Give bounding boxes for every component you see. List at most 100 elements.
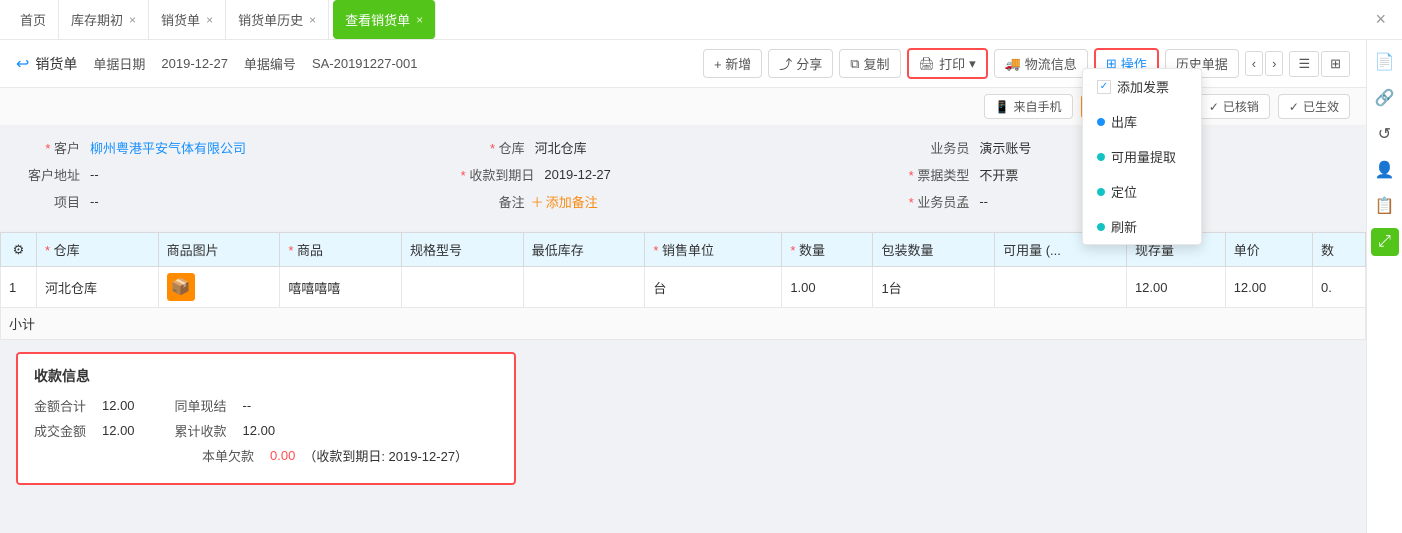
- dot-blue-icon: [1097, 118, 1105, 126]
- doc-meta: 单据日期 2019-12-27 单据编号 SA-20191227-001: [93, 54, 417, 73]
- cell-warehouse: 河北仓库: [37, 267, 159, 308]
- tab-sales[interactable]: 销货单 ×: [149, 0, 226, 39]
- confirmed-button[interactable]: ✓ 已核销: [1198, 94, 1270, 119]
- print-icon: 🖨: [919, 56, 936, 72]
- doc-number-value: SA-20191227-001: [312, 56, 418, 71]
- effective-icon: ✓: [1289, 100, 1299, 114]
- cell-sales-unit: 台: [645, 267, 782, 308]
- logistics-icon: 🚚: [1005, 56, 1021, 72]
- col-warehouse: * 仓库: [37, 233, 159, 267]
- logistics-button[interactable]: 🚚 物流信息: [994, 49, 1088, 78]
- nav-arrows: ‹ ›: [1245, 51, 1284, 76]
- doc-number-label: 单据编号: [244, 54, 296, 73]
- balance-date: 2019-12-27: [389, 449, 456, 464]
- sidebar-expand-icon[interactable]: ⤢: [1371, 228, 1399, 256]
- dropdown-outbound[interactable]: 出库: [1083, 104, 1201, 139]
- cell-product: 嘻嘻嘻嘻: [280, 267, 402, 308]
- dropdown-refresh[interactable]: 刷新: [1083, 209, 1201, 244]
- product-image: 📦: [167, 273, 195, 301]
- cell-available: [995, 267, 1127, 308]
- sidebar-note-icon[interactable]: 📋: [1371, 192, 1399, 220]
- dot-teal-icon-3: [1097, 223, 1105, 231]
- tab-home[interactable]: 首页: [8, 0, 59, 39]
- transaction-amount-value: 12.00: [102, 423, 135, 438]
- document-wrapper: ↩ 销货单 单据日期 2019-12-27 单据编号 SA-20191227-0…: [0, 40, 1366, 485]
- ticket-type-value: 不开票: [975, 165, 1022, 184]
- effective-button[interactable]: ✓ 已生效: [1278, 94, 1350, 119]
- payment-row-2: 成交金额 12.00 累计收款 12.00: [34, 421, 498, 440]
- tab-inventory[interactable]: 库存期初 ×: [59, 0, 149, 39]
- tab-inventory-close[interactable]: ×: [129, 13, 136, 27]
- tab-sales-history[interactable]: 销货单历史 ×: [226, 0, 329, 39]
- doc-actions: + 新增 ⤴ 分享 ⧉ 复制 🖨 打印 ▾ 🚚 物流信息: [703, 48, 1350, 79]
- cell-quantity: 1.00: [782, 267, 873, 308]
- col-unit-price: 单价: [1225, 233, 1312, 267]
- cell-pack-qty: 1台: [873, 267, 995, 308]
- share-icon: ⤴: [779, 54, 792, 73]
- warehouse-field: 仓库 河北仓库: [461, 138, 906, 157]
- sidebar-refresh-icon[interactable]: ↺: [1371, 120, 1399, 148]
- note-label: 备注: [461, 192, 531, 211]
- copy-button[interactable]: ⧉ 复制: [839, 49, 900, 78]
- add-button[interactable]: + 新增: [703, 49, 762, 78]
- plus-icon: ＋: [531, 192, 544, 211]
- grid-view-btn[interactable]: ⊞: [1321, 51, 1350, 77]
- customer-value[interactable]: 柳州粤港平安气体有限公司: [86, 138, 250, 157]
- sidebar-doc-icon[interactable]: 📄: [1371, 48, 1399, 76]
- print-dropdown-arrow: ▾: [969, 56, 976, 72]
- payment-title: 收款信息: [34, 366, 498, 386]
- payment-date-value: 2019-12-27: [540, 167, 615, 182]
- tab-sales-history-close[interactable]: ×: [309, 13, 316, 27]
- salesperson-label: 业务员: [905, 138, 975, 157]
- product-table: ⚙ * 仓库 商品图片 * 商品 规格型号 最低库存 * 销售单位 * 数量 包…: [0, 232, 1366, 340]
- addr-value: --: [86, 167, 103, 182]
- share-button[interactable]: ⤴ 分享: [768, 49, 833, 78]
- payment-row-3: 本单欠款 0.00 （收款到期日: 2019-12-27）: [34, 446, 498, 465]
- from-phone-button[interactable]: 📱 来自手机: [984, 94, 1073, 119]
- table-row: 1 河北仓库 📦 嘻嘻嘻嘻 台 1.00 1台 12.00 12.0: [1, 267, 1366, 308]
- addr-label: 客户地址: [16, 165, 86, 184]
- current-balance-value: 0.00: [270, 448, 295, 463]
- same-order-settle-item: 同单现结 --: [175, 396, 252, 415]
- cumulative-receipt-item: 累计收款 12.00: [175, 421, 276, 440]
- doc-title: ↩ 销货单: [16, 54, 77, 74]
- col-min-stock: 最低库存: [523, 233, 645, 267]
- doc-date-value: 2019-12-27: [161, 56, 228, 71]
- prev-arrow[interactable]: ‹: [1245, 51, 1263, 76]
- payment-date-field: 收款到期日 2019-12-27: [461, 165, 906, 184]
- addr-field: 客户地址 --: [16, 165, 461, 184]
- sidebar-user-icon[interactable]: 👤: [1371, 156, 1399, 184]
- cell-row-num: 1: [1, 267, 37, 308]
- doc-title-text: 销货单: [35, 54, 77, 74]
- current-balance-item: 本单欠款 0.00 （收款到期日: 2019-12-27）: [202, 446, 468, 465]
- tab-view-sales-close[interactable]: ×: [416, 13, 423, 27]
- cell-current-stock: 12.00: [1126, 267, 1225, 308]
- product-table-wrapper: ⚙ * 仓库 商品图片 * 商品 规格型号 最低库存 * 销售单位 * 数量 包…: [0, 232, 1366, 340]
- col-settings[interactable]: ⚙: [1, 233, 37, 267]
- close-all-button[interactable]: ×: [1367, 9, 1394, 30]
- cell-amount: 0.: [1313, 267, 1366, 308]
- sidebar-link-icon[interactable]: 🔗: [1371, 84, 1399, 112]
- dot-teal-icon-1: [1097, 153, 1105, 161]
- col-pack-qty: 包装数量: [873, 233, 995, 267]
- list-view-btn[interactable]: ☰: [1289, 51, 1319, 77]
- cell-min-stock: [523, 267, 645, 308]
- print-button[interactable]: 🖨 打印 ▾: [907, 48, 988, 79]
- add-note-button[interactable]: ＋ 添加备注: [531, 192, 598, 211]
- dropdown-add-invoice[interactable]: ✓ 添加发票: [1083, 69, 1201, 104]
- col-product: * 商品: [280, 233, 402, 267]
- dot-teal-icon-2: [1097, 188, 1105, 196]
- dropdown-locate[interactable]: 定位: [1083, 174, 1201, 209]
- tab-sales-close[interactable]: ×: [206, 13, 213, 27]
- amount-total-label: 金额合计: [34, 396, 94, 415]
- col-product-img: 商品图片: [158, 233, 280, 267]
- tab-bar: 首页 库存期初 × 销货单 × 销货单历史 × 查看销货单 × ×: [0, 0, 1402, 40]
- salesperson-value: 演示账号: [975, 138, 1035, 157]
- dropdown-quantity-extract[interactable]: 可用量提取: [1083, 139, 1201, 174]
- transaction-amount-label: 成交金额: [34, 421, 94, 440]
- next-arrow[interactable]: ›: [1265, 51, 1283, 76]
- tab-view-sales[interactable]: 查看销货单 ×: [333, 0, 436, 39]
- customer-label: 客户: [16, 138, 86, 157]
- note-field: 备注 ＋ 添加备注: [461, 192, 906, 211]
- payment-row-1: 金额合计 12.00 同单现结 --: [34, 396, 498, 415]
